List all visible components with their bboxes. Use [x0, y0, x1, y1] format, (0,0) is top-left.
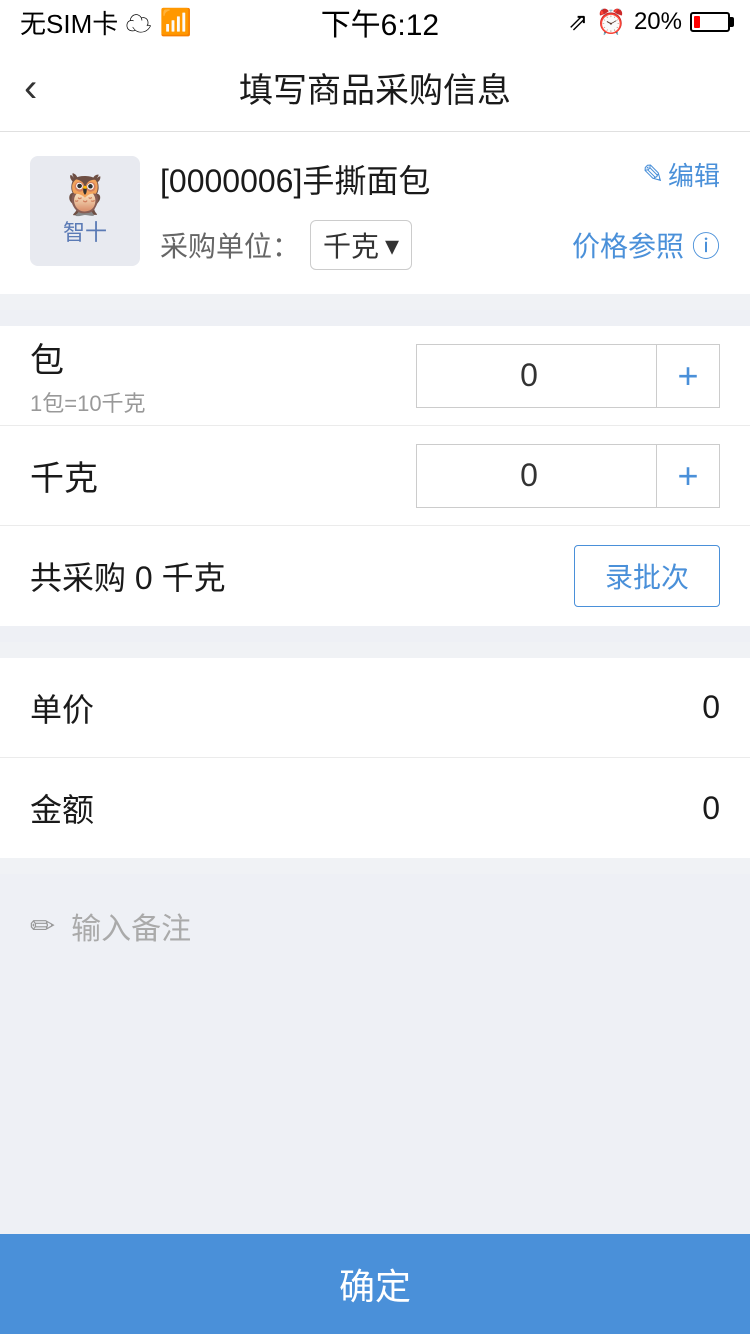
bag-quantity-input[interactable] [416, 344, 656, 408]
unit-prefix: 采购单位： [160, 225, 300, 265]
kg-quantity-input[interactable] [416, 444, 656, 508]
content: 🦉 智十 [0000006]手撕面包 ✎ 编辑 采购单位： 千克 ▾ [0, 132, 750, 1234]
wifi-icon: 📶 [159, 7, 191, 38]
amount-label: 金额 [30, 785, 94, 831]
back-button[interactable]: ‹ [24, 68, 37, 108]
nav-bar: ‹ 填写商品采购信息 [0, 44, 750, 132]
edit-button[interactable]: ✎ 编辑 [642, 156, 720, 193]
kg-label: 千克 [30, 451, 98, 500]
kg-input-right: + [416, 444, 720, 508]
battery-icon [690, 12, 730, 32]
status-time: 下午6:12 [321, 0, 439, 44]
product-info: [0000006]手撕面包 ✎ 编辑 采购单位： 千克 ▾ 价格参照 ⓘ [160, 156, 720, 270]
remark-section[interactable]: ✏ 输入备注 [0, 874, 750, 978]
section-divider-2 [0, 626, 750, 642]
edit-label: 编辑 [668, 156, 720, 193]
unit-price-value: 0 [702, 689, 720, 726]
battery-percent: 20% [634, 8, 682, 36]
batch-button[interactable]: 录批次 [574, 545, 720, 607]
brand-name: 智十 [63, 215, 107, 247]
kg-label-main: 千克 [30, 451, 98, 500]
bag-input-row: 包 1包=10千克 + [0, 326, 750, 426]
product-header: [0000006]手撕面包 ✎ 编辑 [160, 156, 720, 202]
status-bar: 无SIM卡 ☁ 📶 下午6:12 ⇗ ⏰ 20% [0, 0, 750, 44]
edit-icon: ✎ [642, 159, 664, 190]
bag-label-main: 包 [30, 333, 146, 382]
summary-row: 共采购 0 千克 录批次 [0, 526, 750, 626]
summary-amount: 0 [135, 560, 162, 596]
summary-text: 共采购 0 千克 [30, 553, 226, 599]
sim-status: 无SIM卡 ☁ [20, 4, 151, 41]
help-icon: ⓘ [692, 225, 720, 265]
bag-plus-button[interactable]: + [656, 344, 720, 408]
content-spacer [0, 978, 750, 1234]
owl-logo-icon: 🦉 [60, 175, 110, 215]
kg-plus-button[interactable]: + [656, 444, 720, 508]
unit-price-label: 单价 [30, 685, 94, 731]
unit-value: 千克 [323, 225, 379, 265]
quantity-input-section: 包 1包=10千克 + 千克 + [0, 326, 750, 526]
bag-input-right: + [416, 344, 720, 408]
bag-label: 包 1包=10千克 [30, 333, 146, 418]
section-divider-1 [0, 310, 750, 326]
amount-row: 金额 0 [0, 758, 750, 858]
status-right: ⇗ ⏰ 20% [568, 8, 730, 37]
price-reference-button[interactable]: 价格参照 ⓘ [572, 225, 720, 265]
price-ref-label: 价格参照 [572, 225, 684, 265]
amount-value: 0 [702, 790, 720, 827]
summary-prefix: 共采购 [30, 560, 135, 596]
page-title: 填写商品采购信息 [239, 63, 511, 112]
product-name: [0000006]手撕面包 [160, 156, 430, 202]
unit-label: 采购单位： 千克 ▾ [160, 220, 412, 270]
location-icon: ⇗ [568, 8, 588, 37]
product-card: 🦉 智十 [0000006]手撕面包 ✎ 编辑 采购单位： 千克 ▾ [0, 132, 750, 294]
pencil-icon: ✏ [30, 909, 55, 944]
confirm-button[interactable]: 确定 [0, 1234, 750, 1334]
product-unit-row: 采购单位： 千克 ▾ 价格参照 ⓘ [160, 220, 720, 270]
alarm-icon: ⏰ [596, 8, 626, 37]
summary-unit: 千克 [162, 560, 226, 596]
kg-input-row: 千克 + [0, 426, 750, 526]
status-left: 无SIM卡 ☁ 📶 [20, 4, 192, 41]
dropdown-icon: ▾ [385, 229, 399, 262]
remark-placeholder: 输入备注 [71, 904, 191, 948]
unit-price-row: 单价 0 [0, 658, 750, 758]
price-section: 单价 0 金额 0 [0, 658, 750, 858]
bag-label-sub: 1包=10千克 [30, 386, 146, 418]
unit-select[interactable]: 千克 ▾ [310, 220, 412, 270]
product-thumbnail: 🦉 智十 [30, 156, 140, 266]
